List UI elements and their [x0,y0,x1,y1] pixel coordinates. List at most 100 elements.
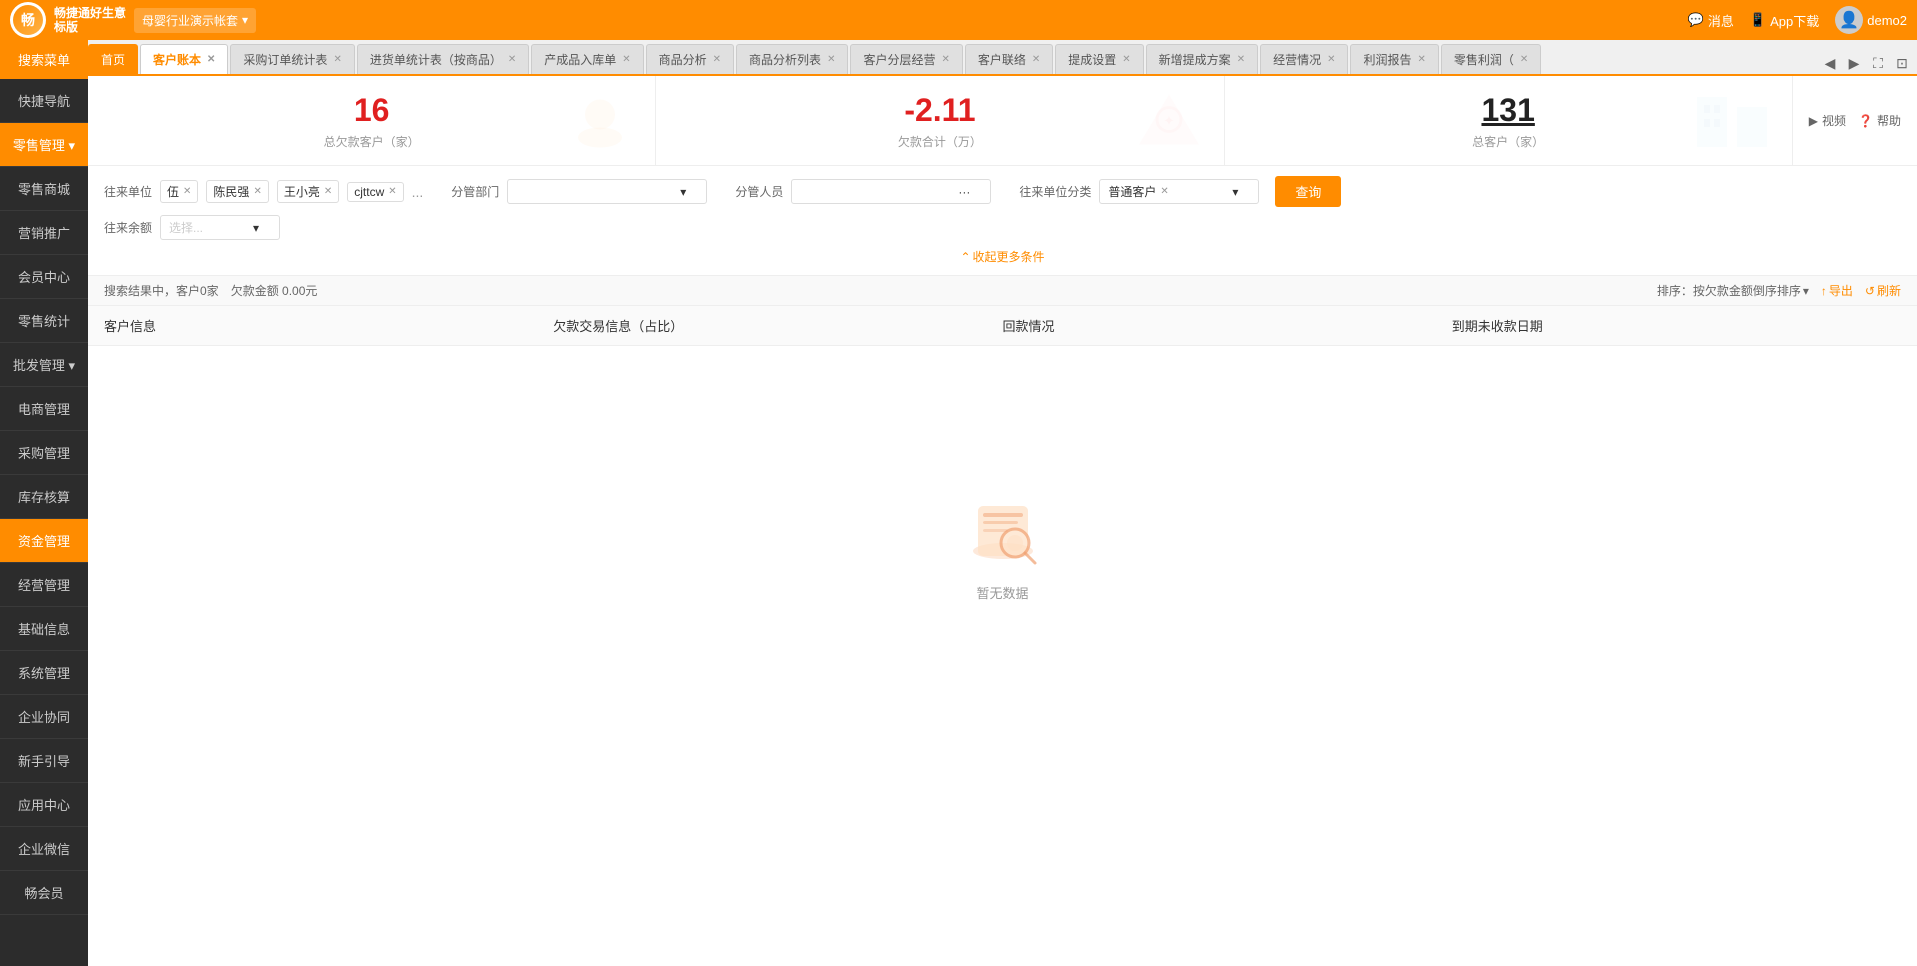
app-download-button[interactable]: 📱 App下载 [1750,11,1819,30]
tab-close-retail-profit[interactable]: ✕ [1520,54,1528,65]
remove-classify[interactable]: ✕ [1160,186,1168,197]
sort-button[interactable]: 排序：按欠款金额倒序排序 ▾ [1657,282,1809,299]
sidebar-item-finance[interactable]: 资金管理 [0,519,88,563]
remove-tag-3[interactable]: ✕ [324,186,332,197]
stat-total-customers: 16 总欠款客户（家） [88,76,656,165]
search-button[interactable]: 查询 [1275,176,1341,207]
tab-restore[interactable]: ⊡ [1891,52,1913,74]
top-bar: 畅 畅捷通好生意标版 母婴行业演示帐套 ▾ 💬 消息 📱 App下载 👤 dem… [0,0,1917,40]
collapse-button[interactable]: ⌃ 收起更多条件 [960,248,1044,265]
video-btn[interactable]: ▶ 视频 [1809,112,1846,129]
refresh-button[interactable]: ↺ 刷新 [1865,282,1901,299]
dept-select[interactable]: ▾ [507,179,707,204]
unit-more[interactable]: ... [412,184,424,200]
tab-product-analysis-list[interactable]: 商品分析列表 ✕ [736,44,848,74]
tab-close-profit-report[interactable]: ✕ [1418,54,1426,65]
sidebar-item-retail-stats[interactable]: 零售统计 [0,299,88,343]
tab-close-purchase-stats[interactable]: ✕ [508,54,516,65]
top-bar-left: 畅 畅捷通好生意标版 母婴行业演示帐套 ▾ [10,2,256,38]
sidebar-item-purchase[interactable]: 采购管理 [0,431,88,475]
tab-close-purchase-orders[interactable]: ✕ [333,54,341,65]
tab-customer-contact[interactable]: 客户联络 ✕ [965,44,1053,74]
balance-label: 往来余额 [104,219,152,236]
sidebar-item-operation[interactable]: 经营管理 [0,563,88,607]
stat-total-clients: 131 总客户（家） [1225,76,1793,165]
sidebar-item-app-center[interactable]: 应用中心 [0,783,88,827]
sidebar-item-system[interactable]: 系统管理 [0,651,88,695]
tab-product-analysis[interactable]: 商品分析 ✕ [646,44,734,74]
tab-raise-plan[interactable]: 新增提成方案 ✕ [1146,44,1258,74]
sidebar-item-quick-nav[interactable]: 快捷导航 [0,79,88,123]
tab-retail-profit[interactable]: 零售利润（ ✕ [1441,44,1541,74]
sidebar-item-retail-mall[interactable]: 零售商城 [0,167,88,211]
stat-receivable-value: -2.11 [904,92,975,129]
sidebar-search[interactable]: 搜索菜单 [0,40,88,79]
sidebar-item-marketing[interactable]: 营销推广 [0,211,88,255]
tab-close-raise-plan[interactable]: ✕ [1237,54,1245,65]
sidebar-item-retail[interactable]: 零售管理 ▾ [0,123,88,167]
tab-profit-report[interactable]: 利润报告 ✕ [1350,44,1438,74]
sidebar-item-wholesale[interactable]: 批发管理 ▾ [0,343,88,387]
app-container: 畅 畅捷通好生意标版 母婴行业演示帐套 ▾ 💬 消息 📱 App下载 👤 dem… [0,0,1917,966]
help-btn[interactable]: ❓ 帮助 [1858,112,1901,129]
tab-raise-settings[interactable]: 提成设置 ✕ [1055,44,1143,74]
tab-close-raise-settings[interactable]: ✕ [1122,54,1130,65]
filter-tag-unit-3[interactable]: 王小亮 ✕ [277,180,339,203]
sidebar-item-member2[interactable]: 畅会员 [0,871,88,915]
tab-close-customer-tier[interactable]: ✕ [941,54,949,65]
remove-tag-1[interactable]: ✕ [183,186,191,197]
sidebar-item-member[interactable]: 会员中心 [0,255,88,299]
messages-button[interactable]: 💬 消息 [1688,11,1734,30]
org-selector[interactable]: 母婴行业演示帐套 ▾ [134,8,256,33]
export-button[interactable]: ↑ 导出 [1821,282,1853,299]
tab-close-product-analysis-list[interactable]: ✕ [827,54,835,65]
results-actions: 排序：按欠款金额倒序排序 ▾ ↑ 导出 ↺ 刷新 [1657,282,1901,299]
user-menu[interactable]: 👤 demo2 [1835,6,1907,34]
stat-icon-customers [565,89,635,152]
tab-close-customer-contact[interactable]: ✕ [1032,54,1040,65]
filter-row-2: 往来余额 选择... ▾ [104,215,1901,240]
dept-label: 分管部门 [451,183,499,200]
tab-scroll-left[interactable]: ◀ [1819,52,1841,74]
tab-purchase-orders[interactable]: 采购订单统计表 ✕ [230,44,354,74]
tab-close-cost-entry[interactable]: ✕ [622,54,630,65]
filter-tag-unit-1[interactable]: 伍 ✕ [160,180,198,203]
stats-bar-right: ▶ 视频 ❓ 帮助 [1793,76,1917,165]
col-customer-info: 客户信息 [104,316,553,335]
svg-text:✦: ✦ [1163,112,1175,128]
tab-home[interactable]: 首页 [88,44,138,74]
filter-area: 往来单位 伍 ✕ 陈民强 ✕ 王小亮 ✕ cjttcw [88,166,1917,276]
top-bar-right: 💬 消息 📱 App下载 👤 demo2 [1688,6,1907,34]
table-container: 客户信息 欠款交易信息（占比） 回款情况 到期未收款日期 [88,306,1917,966]
remove-tag-4[interactable]: ✕ [388,186,396,197]
tab-close-accounts[interactable]: ✕ [207,54,215,65]
sidebar-item-wechat[interactable]: 企业微信 [0,827,88,871]
filter-tag-unit-2[interactable]: 陈民强 ✕ [206,180,268,203]
tab-close-product-analysis[interactable]: ✕ [713,54,721,65]
content-area: 首页 客户账本 ✕ 采购订单统计表 ✕ 进货单统计表（按商品） ✕ 产成品入库单… [88,40,1917,966]
person-select[interactable]: ··· [791,179,991,204]
sidebar-item-ecommerce[interactable]: 电商管理 [0,387,88,431]
tab-close-biz-status[interactable]: ✕ [1327,54,1335,65]
stat-clients-value: 131 [1481,92,1534,129]
tab-cost-entry[interactable]: 产成品入库单 ✕ [531,44,643,74]
classify-select[interactable]: 普通客户 ✕ ▾ [1099,179,1259,204]
empty-text: 暂无数据 [976,583,1028,602]
tab-customer-tier[interactable]: 客户分层经营 ✕ [850,44,962,74]
stat-icon-receivable: ✦ [1134,89,1204,152]
remove-tag-2[interactable]: ✕ [253,186,261,197]
tab-accounts[interactable]: 客户账本 ✕ [140,44,228,74]
sidebar-item-inventory[interactable]: 库存核算 [0,475,88,519]
balance-select[interactable]: 选择... ▾ [160,215,280,240]
tab-scroll-right[interactable]: ▶ [1843,52,1865,74]
tab-biz-status[interactable]: 经营情况 ✕ [1260,44,1348,74]
logo-text: 畅捷通好生意标版 [54,6,126,35]
stat-clients-label: 总客户（家） [1472,133,1544,150]
tab-maximize[interactable]: ⛶ [1867,52,1889,74]
tab-purchase-stats[interactable]: 进货单统计表（按商品） ✕ [357,44,529,74]
sidebar-item-basic-info[interactable]: 基础信息 [0,607,88,651]
filter-tag-unit-4[interactable]: cjttcw ✕ [347,182,403,202]
results-summary: 搜索结果中，客户0家 欠款金额 0.00元 [104,282,317,299]
sidebar-item-cooperation[interactable]: 企业协同 [0,695,88,739]
sidebar-item-newbie[interactable]: 新手引导 [0,739,88,783]
